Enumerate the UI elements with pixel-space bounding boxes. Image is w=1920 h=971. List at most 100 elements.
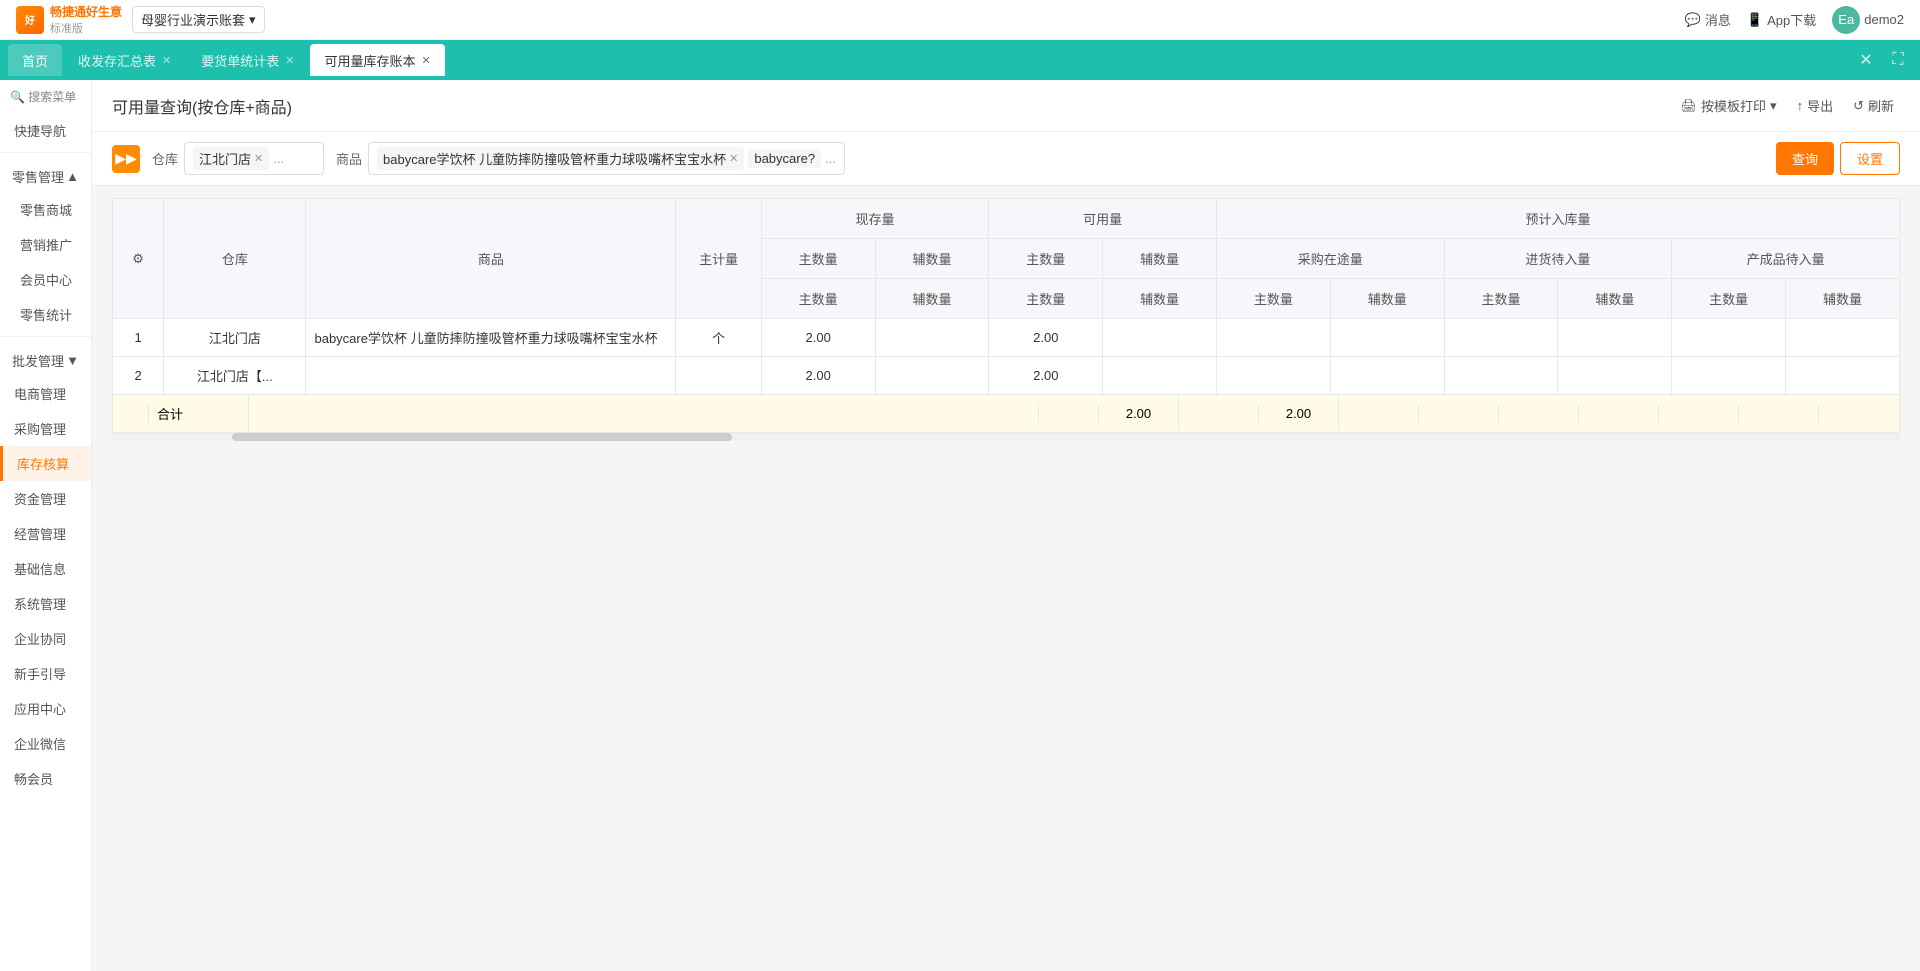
cell-stock-main-1: 2.00 bbox=[761, 357, 875, 395]
th-product-aux: 辅数量 bbox=[1786, 279, 1900, 319]
query-btn[interactable]: 查询 bbox=[1776, 142, 1834, 175]
sidebar-item-inventory[interactable]: 库存核算 bbox=[0, 446, 91, 481]
tab-inventory[interactable]: 可用量库存账本 ✕ bbox=[310, 44, 444, 76]
table-body: 1 江北门店 babycare学饮杯 儿童防摔防撞吸管杯重力球吸嘴杯宝宝水杯 个… bbox=[113, 319, 1900, 395]
th-warehouse: 仓库 bbox=[164, 199, 306, 319]
cell-purchase-in-aux-1 bbox=[1558, 357, 1672, 395]
cell-product-main-0 bbox=[1672, 319, 1786, 357]
tab-inventory-label: 可用量库存账本 bbox=[324, 51, 415, 70]
product-tag-1-close[interactable]: ✕ bbox=[729, 152, 738, 165]
download-btn[interactable]: 📱 App下载 bbox=[1747, 10, 1816, 29]
th-purchase-in-main: 主数量 bbox=[1444, 279, 1558, 319]
user-avatar: Ea bbox=[1832, 6, 1860, 34]
th-product: 商品 bbox=[306, 199, 676, 319]
tab-home[interactable]: 首页 bbox=[8, 44, 62, 76]
warehouse-input[interactable]: 江北门店 ✕ ... bbox=[184, 142, 324, 175]
export-btn[interactable]: ↑ 导出 bbox=[1791, 92, 1840, 119]
sidebar-item-ecommerce[interactable]: 电商管理 bbox=[0, 376, 91, 411]
footer-empty-1 bbox=[113, 405, 149, 423]
sidebar-section-wholesale[interactable]: 批发管理 ▼ bbox=[0, 341, 91, 376]
chevron-up-icon: ▲ bbox=[66, 169, 79, 184]
th-stock-main: 主数量 bbox=[761, 239, 875, 279]
sidebar-item-system[interactable]: 系统管理 bbox=[0, 586, 91, 621]
sidebar-item-wechat[interactable]: 企业微信 bbox=[0, 726, 91, 761]
message-btn[interactable]: 💬 消息 bbox=[1685, 10, 1731, 29]
sidebar-item-enterprise[interactable]: 企业协同 bbox=[0, 621, 91, 656]
chevron-down-icon: ▾ bbox=[249, 12, 256, 28]
user-area[interactable]: Ea demo2 bbox=[1832, 6, 1904, 34]
table-row: 2 江北门店【... 2.00 2.00 bbox=[113, 357, 1900, 395]
cell-purchase-main-1 bbox=[1217, 357, 1331, 395]
sidebar-item-basic[interactable]: 基础信息 bbox=[0, 551, 91, 586]
top-bar-left: 好 畅捷通好生意 标准版 母婴行业演示账套 ▾ bbox=[16, 3, 265, 36]
sidebar-item-purchase[interactable]: 采购管理 bbox=[0, 411, 91, 446]
sidebar-divider-2 bbox=[0, 336, 91, 337]
footer-empty-3 bbox=[1039, 405, 1099, 423]
app-subtitle: 标准版 bbox=[50, 20, 122, 36]
filter-actions: 查询 设置 bbox=[1776, 142, 1900, 175]
sidebar-divider-1 bbox=[0, 152, 91, 153]
sidebar-item-appstore[interactable]: 应用中心 bbox=[0, 691, 91, 726]
sidebar-item-finance[interactable]: 资金管理 bbox=[0, 481, 91, 516]
cell-stock-main-0: 2.00 bbox=[761, 319, 875, 357]
cell-product-1 bbox=[306, 357, 676, 395]
sidebar-item-member-center[interactable]: 会员中心 bbox=[0, 262, 91, 297]
product-tag-1: babycare学饮杯 儿童防摔防撞吸管杯重力球吸嘴杯宝宝水杯 ✕ bbox=[377, 147, 744, 170]
sidebar-item-retail-shop[interactable]: 零售商城 bbox=[0, 192, 91, 227]
refresh-icon: ↺ bbox=[1853, 98, 1864, 114]
th-product-main: 主数量 bbox=[1672, 279, 1786, 319]
th-stock-aux-2: 辅数量 bbox=[875, 279, 989, 319]
cell-unit-1 bbox=[676, 357, 761, 395]
footer-purchase-in-aux bbox=[1659, 405, 1739, 423]
sidebar-section-retail[interactable]: 零售管理 ▲ bbox=[0, 157, 91, 192]
sidebar-item-business[interactable]: 经营管理 bbox=[0, 516, 91, 551]
account-selector[interactable]: 母婴行业演示账套 ▾ bbox=[132, 6, 265, 33]
tab-order-close[interactable]: ✕ bbox=[285, 54, 294, 67]
footer-stock-main: 2.00 bbox=[1099, 397, 1179, 430]
filter-expand-btn[interactable]: ▶▶ bbox=[112, 145, 140, 173]
cell-index-1: 2 bbox=[113, 357, 164, 395]
tab-home-label: 首页 bbox=[22, 51, 48, 70]
tab-receipt[interactable]: 收发存汇总表 ✕ bbox=[64, 44, 185, 76]
cell-product-main-1 bbox=[1672, 357, 1786, 395]
sidebar-item-retail-stats[interactable]: 零售统计 bbox=[0, 297, 91, 332]
sidebar-item-quick-nav[interactable]: 快捷导航 bbox=[0, 113, 91, 148]
footer-purchase-aux bbox=[1499, 405, 1579, 423]
search-menu[interactable]: 🔍 搜索菜单 bbox=[0, 80, 91, 113]
tab-receipt-close[interactable]: ✕ bbox=[162, 54, 171, 67]
cell-stock-aux-1 bbox=[875, 357, 989, 395]
settings-btn[interactable]: 设置 bbox=[1840, 142, 1900, 175]
cell-avail-main-0: 2.00 bbox=[989, 319, 1103, 357]
tab-order[interactable]: 要货单统计表 ✕ bbox=[187, 44, 308, 76]
th-unit: 主计量 bbox=[676, 199, 761, 319]
cell-avail-aux-1 bbox=[1103, 357, 1217, 395]
th-product-sub: 产成品待入量 bbox=[1672, 239, 1900, 279]
footer-product-aux bbox=[1819, 405, 1899, 423]
nav-tabs: 首页 收发存汇总表 ✕ 要货单统计表 ✕ 可用量库存账本 ✕ ✕ ⛶ bbox=[0, 40, 1920, 80]
tab-expand-btn[interactable]: ⛶ bbox=[1884, 46, 1912, 74]
th-purchase-sub: 采购在途量 bbox=[1217, 239, 1445, 279]
footer-avail-main: 2.00 bbox=[1259, 397, 1339, 430]
product-more: ... bbox=[825, 151, 836, 166]
th-gear[interactable]: ⚙ bbox=[113, 199, 164, 319]
warehouse-tag-close[interactable]: ✕ bbox=[254, 152, 263, 165]
sidebar-item-guide[interactable]: 新手引导 bbox=[0, 656, 91, 691]
app-logo: 好 bbox=[16, 6, 44, 34]
chevron-down-icon: ▼ bbox=[66, 353, 79, 368]
cell-index-0: 1 bbox=[113, 319, 164, 357]
scroll-indicator[interactable] bbox=[112, 433, 1900, 441]
warehouse-more: ... bbox=[273, 151, 284, 166]
refresh-btn[interactable]: ↺ 刷新 bbox=[1847, 92, 1900, 119]
th-stock-group: 现存量 bbox=[761, 199, 989, 239]
data-table: ⚙ 仓库 商品 主计量 现存量 可用量 预计入库量 主数量 辅数量 主数量 辅数… bbox=[112, 198, 1900, 395]
tab-close-all-btn[interactable]: ✕ bbox=[1852, 46, 1880, 74]
sidebar-item-marketing[interactable]: 营销推广 bbox=[0, 227, 91, 262]
footer-empty-2 bbox=[249, 405, 1039, 423]
product-input[interactable]: babycare学饮杯 儿童防摔防撞吸管杯重力球吸嘴杯宝宝水杯 ✕ babyca… bbox=[368, 142, 845, 175]
th-avail-main-2: 主数量 bbox=[989, 279, 1103, 319]
print-btn[interactable]: 🖨 按模板打印 ▾ bbox=[1675, 92, 1783, 119]
cell-purchase-in-aux-0 bbox=[1558, 319, 1672, 357]
cell-warehouse-0: 江北门店 bbox=[164, 319, 306, 357]
tab-inventory-close[interactable]: ✕ bbox=[422, 54, 431, 67]
sidebar-item-member2[interactable]: 畅会员 bbox=[0, 761, 91, 796]
